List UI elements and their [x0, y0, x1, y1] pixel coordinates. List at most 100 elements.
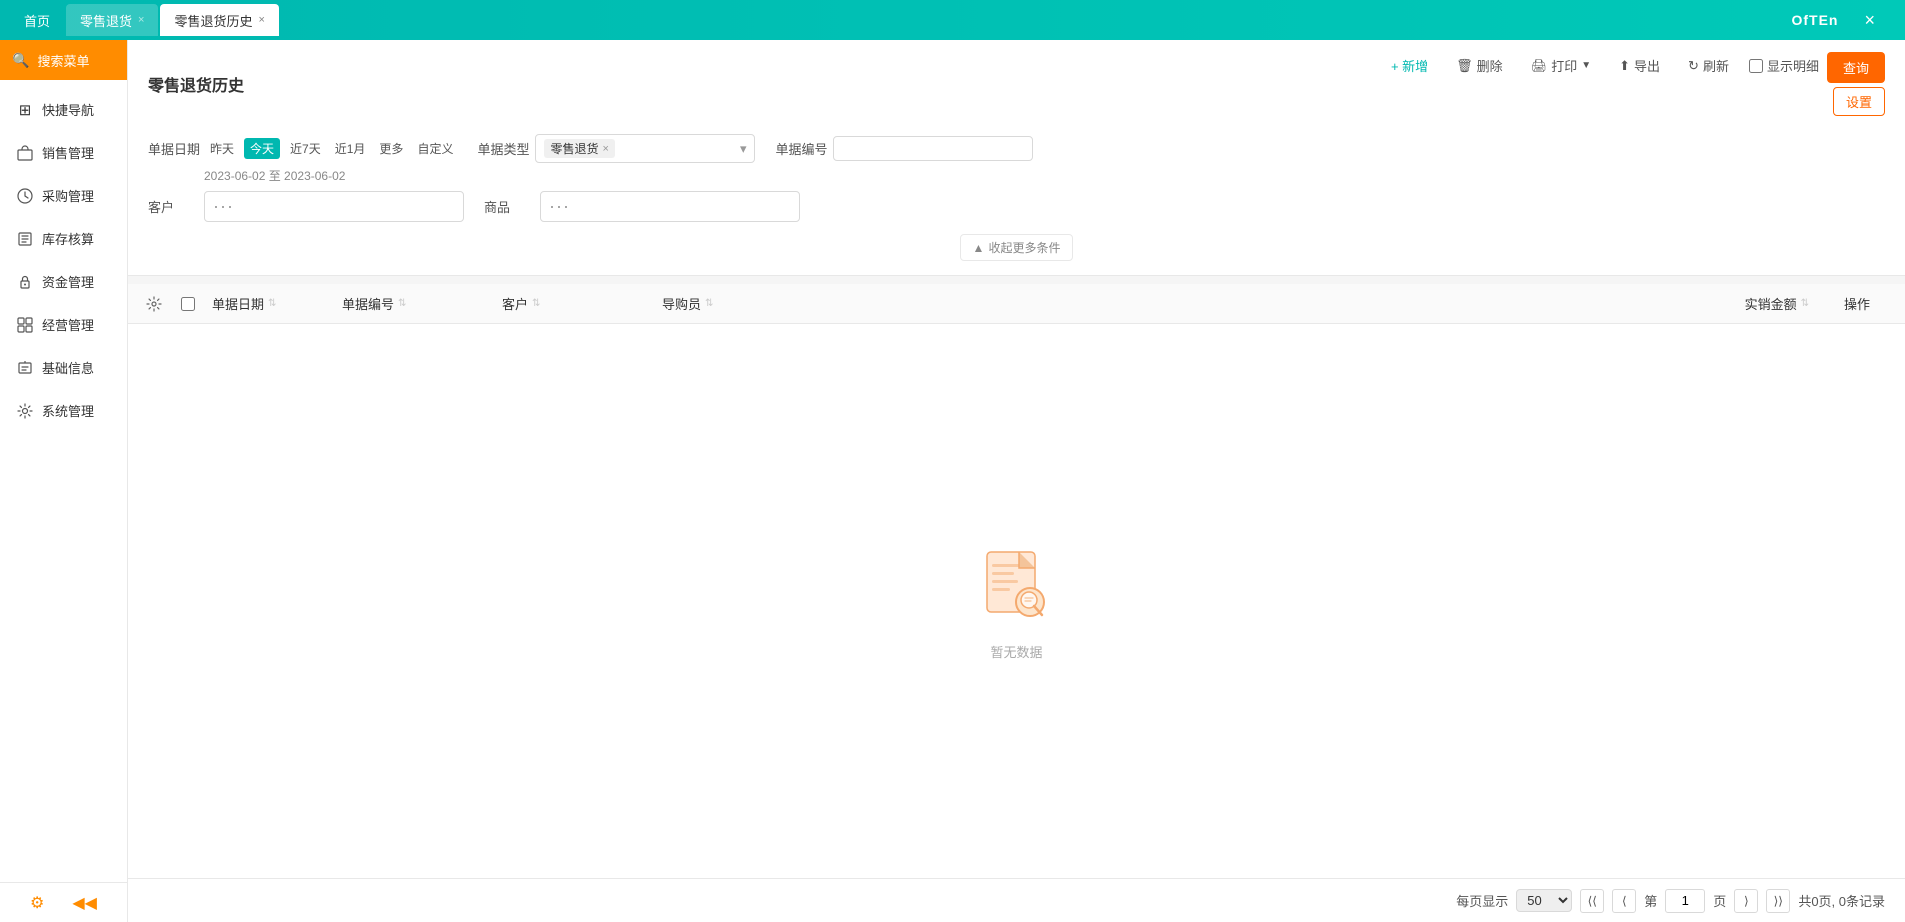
settings-bottom-icon[interactable]: ⚙ — [30, 893, 44, 913]
date-sort-icon[interactable]: ⇅ — [268, 298, 276, 309]
sidebar-bottom: ⚙ ◀◀ — [0, 882, 127, 922]
add-button[interactable]: + 新增 — [1383, 52, 1436, 79]
tab-home[interactable]: 首页 — [10, 4, 64, 36]
empty-text: 暂无数据 — [990, 642, 1042, 661]
per-page-label: 每页显示 — [1456, 891, 1508, 910]
tab-retail-return-history[interactable]: 零售退货历史 × — [160, 4, 278, 36]
sales-icon — [16, 144, 34, 162]
page-header: 零售退货历史 + 新增 🗑 删除 🖨 打印 ▼ — [128, 40, 1905, 276]
print-arrow-icon: ▼ — [1581, 60, 1591, 71]
th-checkbox[interactable] — [172, 297, 204, 311]
page-size-select[interactable]: 10 20 50 100 — [1516, 889, 1572, 912]
tab-retail-return[interactable]: 零售退货 × — [66, 4, 158, 36]
audio-bottom-icon[interactable]: ◀◀ — [72, 893, 97, 913]
refresh-button[interactable]: ↻ 刷新 — [1680, 52, 1737, 79]
bill-type-select[interactable]: 零售退货 × ▾ — [535, 134, 755, 163]
system-icon — [16, 402, 34, 420]
date-filter-label: 单据日期 — [148, 139, 200, 158]
quick-nav-icon: ⊞ — [16, 101, 34, 119]
first-page-button[interactable]: ⟨⟨ — [1580, 889, 1604, 913]
th-bill-no: 单据编号 ⇅ — [334, 294, 494, 313]
customer-select[interactable]: ··· — [204, 191, 464, 222]
purchase-icon — [16, 187, 34, 205]
tab-bar: 首页 零售退货 × 零售退货历史 × — [10, 4, 1791, 36]
th-customer-label: 客户 — [502, 294, 528, 313]
filter-row-1: 单据日期 昨天 今天 近7天 近1月 更多 自定义 单据类型 — [148, 134, 1885, 163]
th-bill-no-label: 单据编号 — [342, 294, 394, 313]
bill-no-filter-item: 单据编号 — [775, 136, 1033, 161]
display-detail-checkbox[interactable] — [1749, 59, 1763, 73]
app-logo: OfTEn — [1791, 12, 1838, 28]
collapse-icon: ▲ — [973, 241, 985, 255]
sidebar-item-sales[interactable]: 销售管理 — [0, 131, 127, 174]
inventory-icon — [16, 230, 34, 248]
toolbar: + 新增 🗑 删除 🖨 打印 ▼ ⬆ 导出 — [1383, 52, 1819, 79]
sidebar-item-label-finance: 资金管理 — [42, 272, 94, 291]
bill-no-input[interactable] — [833, 136, 1033, 161]
sidebar-item-label-purchase: 采购管理 — [42, 186, 94, 205]
query-button[interactable]: 查询 — [1827, 52, 1885, 83]
th-settings[interactable] — [136, 296, 172, 312]
export-button[interactable]: ⬆ 导出 — [1611, 52, 1668, 79]
date-btn-more[interactable]: 更多 — [375, 138, 407, 159]
delete-button[interactable]: 🗑 删除 — [1448, 52, 1511, 79]
empty-illustration — [972, 542, 1062, 632]
customer-label: 客户 — [148, 197, 198, 216]
export-icon: ⬆ — [1619, 58, 1630, 74]
page-word: 第 — [1644, 891, 1657, 910]
th-date-label: 单据日期 — [212, 294, 264, 313]
delete-icon: 🗑 — [1456, 58, 1473, 74]
display-detail-label: 显示明细 — [1767, 56, 1819, 75]
sidebar-item-purchase[interactable]: 采购管理 — [0, 174, 127, 217]
date-btn-yesterday[interactable]: 昨天 — [206, 138, 238, 159]
date-range-display: 2023-06-02 至 2023-06-02 — [204, 169, 345, 183]
date-btn-custom[interactable]: 自定义 — [413, 138, 457, 159]
guide-sort-icon[interactable]: ⇅ — [705, 298, 713, 309]
tab-retail-return-close[interactable]: × — [138, 14, 144, 26]
sidebar-item-operations[interactable]: 经营管理 — [0, 303, 127, 346]
goods-label: 商品 — [484, 197, 534, 216]
sidebar-item-label-system: 系统管理 — [42, 401, 94, 420]
prev-page-button[interactable]: ⟨ — [1612, 889, 1636, 913]
date-btn-today[interactable]: 今天 — [244, 138, 280, 159]
total-info: 共0页, 0条记录 — [1798, 891, 1885, 910]
sidebar-item-finance[interactable]: 资金管理 — [0, 260, 127, 303]
customer-filter-item: 客户 ··· — [148, 191, 464, 222]
refresh-icon: ↻ — [1688, 58, 1699, 74]
print-button[interactable]: 🖨 打印 ▼ — [1523, 52, 1599, 79]
date-btn-1month[interactable]: 近1月 — [331, 138, 370, 159]
th-guide-label: 导购员 — [662, 294, 701, 313]
sidebar-item-basic-info[interactable]: 基础信息 — [0, 346, 127, 389]
date-btn-7days[interactable]: 近7天 — [286, 138, 325, 159]
amount-sort-icon[interactable]: ⇅ — [1801, 298, 1809, 309]
sidebar-search[interactable]: 🔍 搜索菜单 — [0, 40, 127, 80]
collapse-filter-button[interactable]: ▲ 收起更多条件 — [960, 234, 1074, 261]
display-detail-toggle[interactable]: 显示明细 — [1749, 56, 1819, 75]
date-filter-item: 单据日期 昨天 今天 近7天 近1月 更多 自定义 — [148, 138, 457, 159]
page-number-input[interactable] — [1665, 889, 1705, 913]
empty-state: 暂无数据 — [972, 482, 1062, 721]
bill-type-tag: 零售退货 × — [544, 139, 614, 158]
bill-no-sort-icon[interactable]: ⇅ — [398, 298, 406, 309]
bill-type-tag-close[interactable]: × — [602, 143, 608, 155]
window-close-button[interactable]: × — [1864, 10, 1875, 31]
goods-select[interactable]: ··· — [540, 191, 800, 222]
toolbar-right: 查询 设置 — [1827, 52, 1885, 116]
sidebar-search-label: 搜索菜单 — [37, 51, 89, 70]
sidebar-item-system[interactable]: 系统管理 — [0, 389, 127, 432]
last-page-button[interactable]: ⟩⟩ — [1766, 889, 1790, 913]
tab-retail-return-history-close[interactable]: × — [258, 14, 264, 26]
select-all-checkbox[interactable] — [181, 297, 195, 311]
next-page-button[interactable]: ⟩ — [1734, 889, 1758, 913]
table-body: 暂无数据 — [128, 324, 1905, 878]
operations-icon — [16, 316, 34, 334]
customer-sort-icon[interactable]: ⇅ — [532, 298, 540, 309]
basic-info-icon — [16, 359, 34, 377]
sidebar-nav: ⊞ 快捷导航 销售管理 采购管理 库存核算 — [0, 80, 127, 882]
settings-button[interactable]: 设置 — [1833, 87, 1885, 116]
sidebar-item-quick-nav[interactable]: ⊞ 快捷导航 — [0, 88, 127, 131]
sidebar-item-label-sales: 销售管理 — [42, 143, 94, 162]
top-bar: 首页 零售退货 × 零售退货历史 × OfTEn × — [0, 0, 1905, 40]
sidebar-item-inventory[interactable]: 库存核算 — [0, 217, 127, 260]
date-shortcuts: 昨天 今天 近7天 近1月 更多 自定义 — [206, 138, 457, 159]
